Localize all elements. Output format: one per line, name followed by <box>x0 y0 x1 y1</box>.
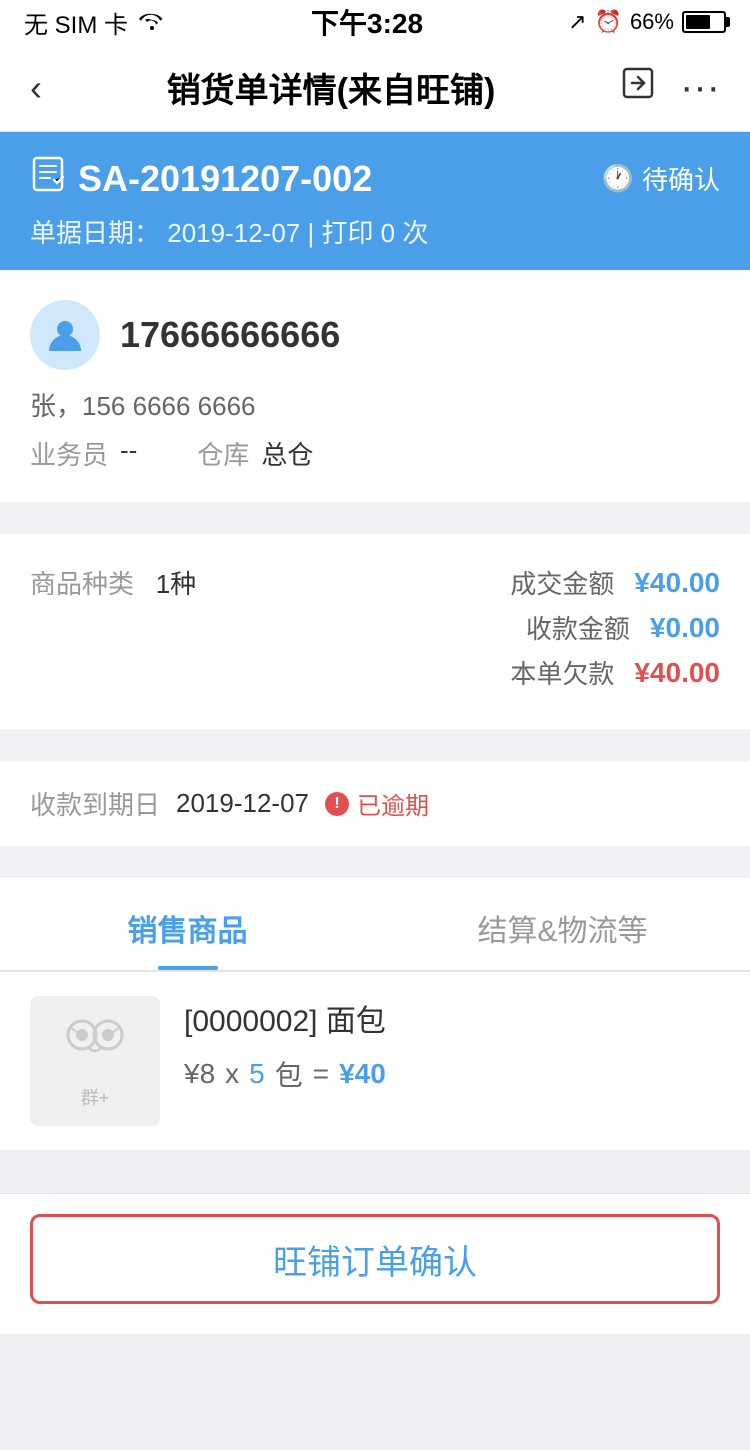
price-value: ¥8 <box>184 1058 215 1090</box>
salesperson-label: 业务员 <box>30 435 108 472</box>
owed-amount-value: ¥40.00 <box>634 657 720 689</box>
received-amount-row: 收款金额 ¥0.00 <box>510 609 720 646</box>
product-item: 群+ [0000002] 面包 ¥8 x 5 包 = ¥40 <box>30 996 720 1126</box>
location-icon: ↗ <box>568 9 586 35</box>
divider-1 <box>0 518 750 534</box>
share-button[interactable] <box>620 65 656 111</box>
unit-label: 包 <box>275 1054 303 1094</box>
customer-top: 17666666666 <box>30 300 720 370</box>
order-status-badge: 🕐 待确认 <box>602 160 720 197</box>
order-date-line: 单据日期： 2019-12-07 | 打印 0 次 <box>30 213 720 250</box>
warehouse-value: 总仓 <box>261 435 313 472</box>
tabs-container: 销售商品 结算&物流等 <box>0 878 750 972</box>
customer-phone: 17666666666 <box>120 314 340 356</box>
product-type: 商品种类 1种 <box>30 564 196 601</box>
order-icon <box>30 156 66 201</box>
status-text: 待确认 <box>642 160 720 197</box>
due-date-label: 收款到期日 <box>30 785 160 822</box>
tab-settlement-logistics[interactable]: 结算&物流等 <box>375 878 750 970</box>
received-amount-label: 收款金额 <box>526 609 630 646</box>
product-info: [0000002] 面包 ¥8 x 5 包 = ¥40 <box>184 996 720 1094</box>
divider-3 <box>0 862 750 878</box>
product-list: 群+ [0000002] 面包 ¥8 x 5 包 = ¥40 <box>0 972 750 1150</box>
owed-amount-row: 本单欠款 ¥40.00 <box>510 654 720 691</box>
order-id: SA-20191207-002 <box>30 156 372 201</box>
product-name: [0000002] 面包 <box>184 996 720 1040</box>
owed-amount-label: 本单欠款 <box>510 654 614 691</box>
product-qty: 5 <box>249 1058 265 1090</box>
warehouse-label: 仓库 <box>197 435 249 472</box>
brand-logo <box>60 1013 130 1078</box>
due-date-card: 收款到期日 2019-12-07 ! 已逾期 <box>0 761 750 846</box>
overdue-badge: ! 已逾期 <box>325 786 429 821</box>
amount-summary: 成交金额 ¥40.00 收款金额 ¥0.00 本单欠款 ¥40.00 <box>510 564 720 699</box>
customer-meta: 业务员 -- 仓库 总仓 <box>30 435 720 472</box>
product-thumbnail: 群+ <box>30 996 160 1126</box>
status-bar: 无 SIM 卡 下午3:28 ↗ ⏰ 66% <box>0 0 750 44</box>
multiply-sign: x <box>225 1058 239 1090</box>
divider-2 <box>0 745 750 761</box>
status-time: 下午3:28 <box>311 2 423 42</box>
confirm-order-button[interactable]: 旺铺订单确认 <box>30 1214 720 1304</box>
order-header: SA-20191207-002 🕐 待确认 单据日期： 2019-12-07 |… <box>0 132 750 270</box>
warehouse-field: 仓库 总仓 <box>197 435 313 472</box>
due-date-value: 2019-12-07 <box>176 788 309 819</box>
status-left: 无 SIM 卡 <box>24 5 166 40</box>
salesperson-value: -- <box>120 435 137 472</box>
summary-card: 商品种类 1种 成交金额 ¥40.00 收款金额 ¥0.00 本单欠款 ¥40.… <box>0 534 750 729</box>
carrier-label: 无 SIM 卡 <box>24 5 128 40</box>
transaction-amount-label: 成交金额 <box>510 564 614 601</box>
overdue-icon: ! <box>325 792 349 816</box>
nav-icons: ··· <box>620 65 720 111</box>
product-total: ¥40 <box>339 1058 386 1090</box>
customer-name-detail: 张，156 6666 6666 <box>30 386 720 423</box>
tab-sales-products[interactable]: 销售商品 <box>0 878 375 970</box>
equals-sign: = <box>313 1058 329 1090</box>
battery-percent: 66% <box>630 9 674 35</box>
page-title: 销货单详情(来自旺铺) <box>167 63 496 112</box>
wifi-icon <box>138 8 166 37</box>
confirm-button-container: 旺铺订单确认 <box>0 1193 750 1334</box>
avatar <box>30 300 100 370</box>
order-header-top: SA-20191207-002 🕐 待确认 <box>30 156 720 201</box>
salesperson-field: 业务员 -- <box>30 435 137 472</box>
transaction-amount-value: ¥40.00 <box>634 567 720 599</box>
product-type-value: 1种 <box>156 569 196 599</box>
received-amount-value: ¥0.00 <box>650 612 720 644</box>
clock-icon: 🕐 <box>602 163 634 194</box>
nav-bar: ‹ 销货单详情(来自旺铺) ··· <box>0 44 750 132</box>
product-type-label: 商品种类 <box>30 569 134 599</box>
customer-card: 17666666666 张，156 6666 6666 业务员 -- 仓库 总仓 <box>0 270 750 502</box>
status-right: ↗ ⏰ 66% <box>568 9 726 35</box>
back-button[interactable]: ‹ <box>30 67 42 109</box>
battery-icon <box>682 11 726 33</box>
transaction-amount-row: 成交金额 ¥40.00 <box>510 564 720 601</box>
overdue-text: 已逾期 <box>357 786 429 821</box>
more-button[interactable]: ··· <box>680 65 720 110</box>
product-price: ¥8 x 5 包 = ¥40 <box>184 1054 720 1094</box>
alarm-icon: ⏰ <box>595 9 622 35</box>
brand-plus: 群+ <box>81 1084 110 1110</box>
